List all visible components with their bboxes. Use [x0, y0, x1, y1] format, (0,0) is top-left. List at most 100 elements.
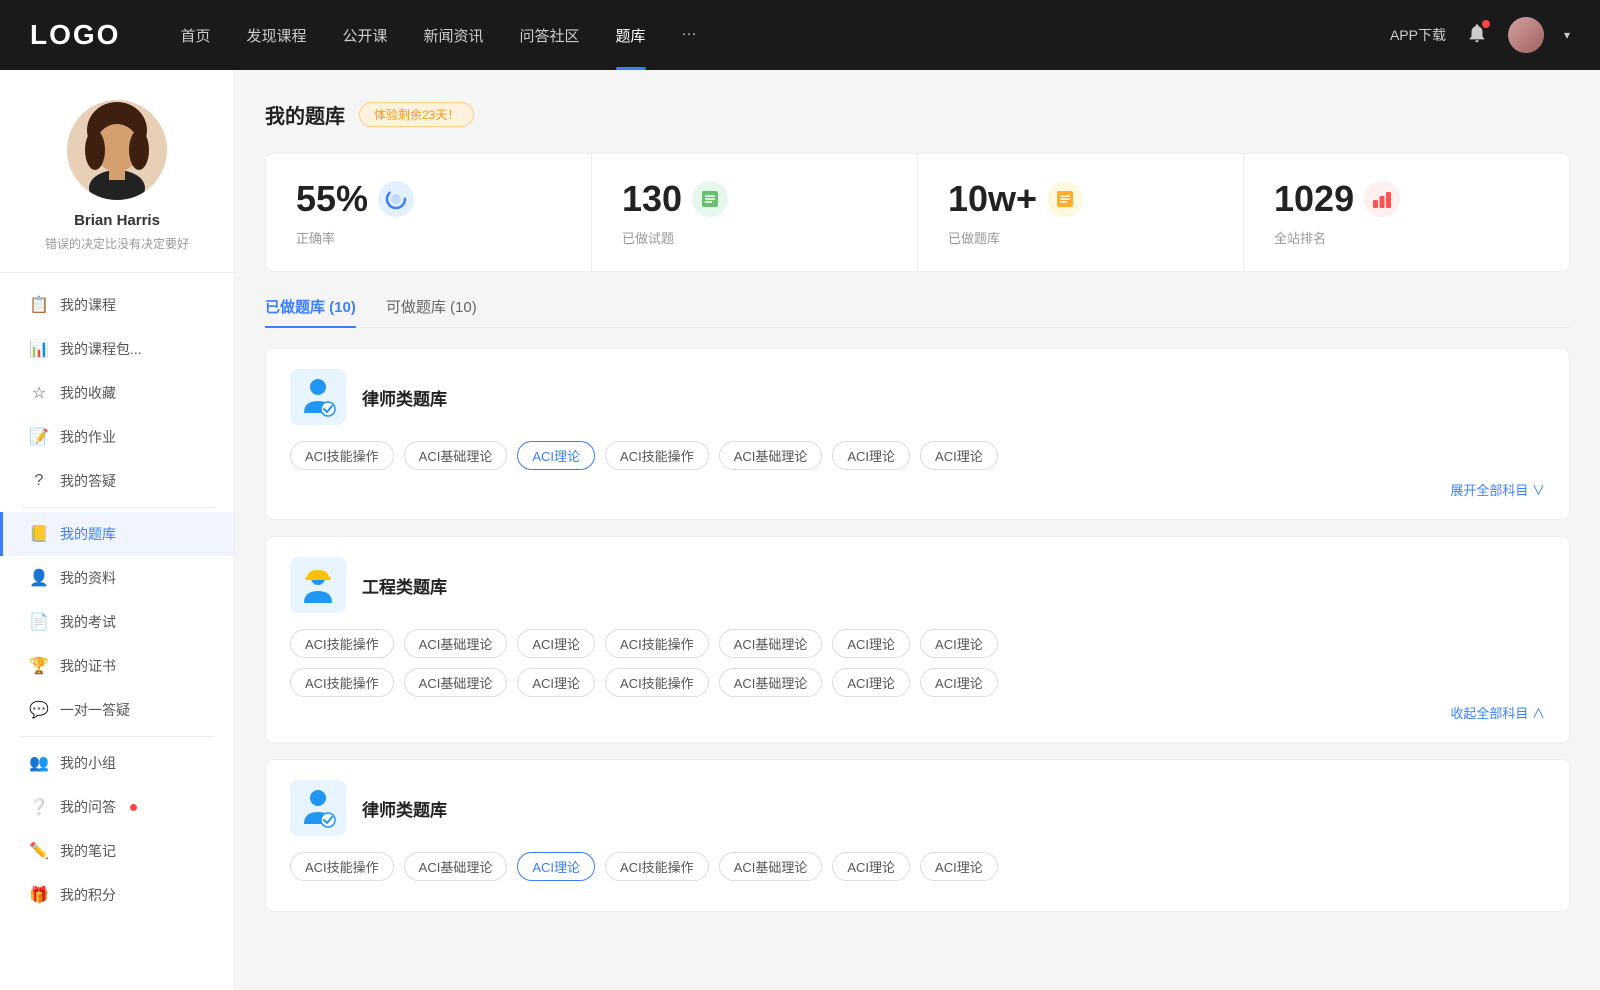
- sidebar-item-homework-label: 我的作业: [60, 427, 116, 447]
- sidebar-item-courses-label: 我的课程: [60, 295, 116, 315]
- nav-quiz[interactable]: 题库: [616, 25, 646, 46]
- lawyer1-tag-3[interactable]: ACI技能操作: [605, 441, 709, 470]
- stats-row: 55% 正确率 130: [265, 153, 1570, 272]
- sidebar-item-quiz-bank[interactable]: 📒 我的题库: [0, 512, 234, 556]
- lawyer1-tag-4[interactable]: ACI基础理论: [719, 441, 823, 470]
- sidebar-item-questions[interactable]: ? 我的答疑: [0, 459, 234, 503]
- engineer1-tag-r1-3[interactable]: ACI技能操作: [605, 629, 709, 658]
- certificate-icon: 🏆: [30, 657, 48, 675]
- main-layout: Brian Harris 错误的决定比没有决定要好 📋 我的课程 📊 我的课程包…: [0, 70, 1600, 990]
- quiz-card-engineer1-title: 工程类题库: [362, 573, 447, 598]
- sidebar-item-my-qa[interactable]: ❔ 我的问答: [0, 785, 234, 829]
- nav-right: APP下载 ▾: [1390, 17, 1570, 53]
- nav-discover[interactable]: 发现课程: [246, 25, 306, 46]
- nav-home[interactable]: 首页: [180, 25, 210, 46]
- courses-icon: 📋: [30, 296, 48, 314]
- engineer1-tag-r1-1[interactable]: ACI基础理论: [404, 629, 508, 658]
- lawyer1-tag-2[interactable]: ACI理论: [517, 441, 595, 470]
- engineer1-tag-r1-6[interactable]: ACI理论: [920, 629, 998, 658]
- sidebar-item-profile[interactable]: 👤 我的资料: [0, 556, 234, 600]
- lawyer2-tag-0[interactable]: ACI技能操作: [290, 852, 394, 881]
- quiz-card-lawyer2-tags: ACI技能操作 ACI基础理论 ACI理论 ACI技能操作 ACI基础理论 AC…: [290, 852, 1545, 881]
- lawyer2-tag-1[interactable]: ACI基础理论: [404, 852, 508, 881]
- sidebar-item-my-qa-label: 我的问答: [60, 797, 116, 817]
- engineer1-tag-r1-2[interactable]: ACI理论: [517, 629, 595, 658]
- nav-news[interactable]: 新闻资讯: [424, 25, 484, 46]
- sidebar-item-certificate-label: 我的证书: [60, 656, 116, 676]
- engineer1-tag-r2-1[interactable]: ACI基础理论: [404, 668, 508, 697]
- quiz-card-engineer1-header: 工程类题库: [290, 557, 1545, 613]
- engineer1-tag-r2-2[interactable]: ACI理论: [517, 668, 595, 697]
- sidebar-item-courses[interactable]: 📋 我的课程: [0, 283, 234, 327]
- stat-done-banks: 10w+ 已做题库: [918, 154, 1244, 271]
- quiz-card-lawyer1-header: 律师类题库: [290, 369, 1545, 425]
- exam-icon: 📄: [30, 613, 48, 631]
- lawyer2-icon: [290, 780, 346, 836]
- sidebar-item-favorites[interactable]: ☆ 我的收藏: [0, 371, 234, 415]
- stat-rank-top: 1029: [1274, 178, 1539, 220]
- sidebar-item-exam[interactable]: 📄 我的考试: [0, 600, 234, 644]
- sidebar: Brian Harris 错误的决定比没有决定要好 📋 我的课程 📊 我的课程包…: [0, 70, 235, 990]
- lawyer2-tag-4[interactable]: ACI基础理论: [719, 852, 823, 881]
- stat-done-questions-value: 130: [622, 178, 682, 220]
- quiz-card-lawyer1-tags: ACI技能操作 ACI基础理论 ACI理论 ACI技能操作 ACI基础理论 AC…: [290, 441, 1545, 470]
- sidebar-separator-2: [20, 736, 214, 737]
- stat-done-questions-icon: [692, 181, 728, 217]
- engineer1-tag-r2-0[interactable]: ACI技能操作: [290, 668, 394, 697]
- engineer1-collapse-link[interactable]: 收起全部科目 ∧: [290, 703, 1545, 722]
- page-title: 我的题库: [265, 100, 345, 129]
- favorites-icon: ☆: [30, 384, 48, 402]
- user-avatar[interactable]: [1508, 17, 1544, 53]
- stat-rank: 1029 全站排名: [1244, 154, 1569, 271]
- notification-dot: [1482, 20, 1490, 28]
- quiz-card-engineer1-tags-row2: ACI技能操作 ACI基础理论 ACI理论 ACI技能操作 ACI基础理论 AC…: [290, 668, 1545, 697]
- notification-bell[interactable]: [1466, 22, 1488, 49]
- lawyer1-tag-5[interactable]: ACI理论: [832, 441, 910, 470]
- engineer1-tag-r1-4[interactable]: ACI基础理论: [719, 629, 823, 658]
- quiz-card-lawyer2-header: 律师类题库: [290, 780, 1545, 836]
- engineer1-tag-r2-3[interactable]: ACI技能操作: [605, 668, 709, 697]
- stat-done-questions-label: 已做试题: [622, 228, 887, 247]
- quiz-card-lawyer1: 律师类题库 ACI技能操作 ACI基础理论 ACI理论 ACI技能操作 ACI基…: [265, 348, 1570, 520]
- sidebar-item-homework[interactable]: 📝 我的作业: [0, 415, 234, 459]
- engineer1-tag-r1-5[interactable]: ACI理论: [832, 629, 910, 658]
- sidebar-item-one-on-one[interactable]: 💬 一对一答疑: [0, 688, 234, 732]
- tab-done-banks[interactable]: 已做题库 (10): [265, 296, 356, 327]
- engineer1-tag-r2-5[interactable]: ACI理论: [832, 668, 910, 697]
- engineer1-icon: [290, 557, 346, 613]
- sidebar-item-certificate[interactable]: 🏆 我的证书: [0, 644, 234, 688]
- navbar: LOGO 首页 发现课程 公开课 新闻资讯 问答社区 题库 ··· APP下载 …: [0, 0, 1600, 70]
- sidebar-item-course-packages[interactable]: 📊 我的课程包...: [0, 327, 234, 371]
- lawyer1-tag-6[interactable]: ACI理论: [920, 441, 998, 470]
- engineer1-tag-r2-6[interactable]: ACI理论: [920, 668, 998, 697]
- sidebar-separator-1: [20, 507, 214, 508]
- lawyer2-tag-3[interactable]: ACI技能操作: [605, 852, 709, 881]
- nav-open-course[interactable]: 公开课: [342, 25, 387, 46]
- engineer1-tag-r1-0[interactable]: ACI技能操作: [290, 629, 394, 658]
- lawyer2-tag-6[interactable]: ACI理论: [920, 852, 998, 881]
- quiz-card-lawyer2: 律师类题库 ACI技能操作 ACI基础理论 ACI理论 ACI技能操作 ACI基…: [265, 759, 1570, 912]
- user-menu-chevron[interactable]: ▾: [1564, 28, 1570, 42]
- lawyer1-tag-0[interactable]: ACI技能操作: [290, 441, 394, 470]
- lawyer1-tag-1[interactable]: ACI基础理论: [404, 441, 508, 470]
- nav-links: 首页 发现课程 公开课 新闻资讯 问答社区 题库 ···: [180, 25, 1390, 46]
- trial-badge: 体验剩余23天！: [359, 102, 474, 127]
- logo: LOGO: [30, 19, 120, 51]
- stat-accuracy-label: 正确率: [296, 228, 561, 247]
- app-download-link[interactable]: APP下载: [1390, 25, 1446, 45]
- quiz-card-engineer1-tags-row1: ACI技能操作 ACI基础理论 ACI理论 ACI技能操作 ACI基础理论 AC…: [290, 629, 1545, 658]
- questions-icon: ?: [30, 472, 48, 490]
- lawyer1-expand-link[interactable]: 展开全部科目 ∨: [290, 480, 1545, 499]
- engineer1-tag-r2-4[interactable]: ACI基础理论: [719, 668, 823, 697]
- nav-qa[interactable]: 问答社区: [520, 25, 580, 46]
- lawyer1-icon: [290, 369, 346, 425]
- lawyer2-tag-2[interactable]: ACI理论: [517, 852, 595, 881]
- tab-available-banks[interactable]: 可做题库 (10): [386, 296, 477, 327]
- nav-more[interactable]: ···: [682, 25, 697, 46]
- profile-name: Brian Harris: [74, 212, 160, 229]
- sidebar-item-notes[interactable]: ✏️ 我的笔记: [0, 829, 234, 873]
- sidebar-item-points[interactable]: 🎁 我的积分: [0, 873, 234, 917]
- lawyer2-tag-5[interactable]: ACI理论: [832, 852, 910, 881]
- sidebar-item-groups[interactable]: 👥 我的小组: [0, 741, 234, 785]
- quiz-card-lawyer2-title: 律师类题库: [362, 796, 447, 821]
